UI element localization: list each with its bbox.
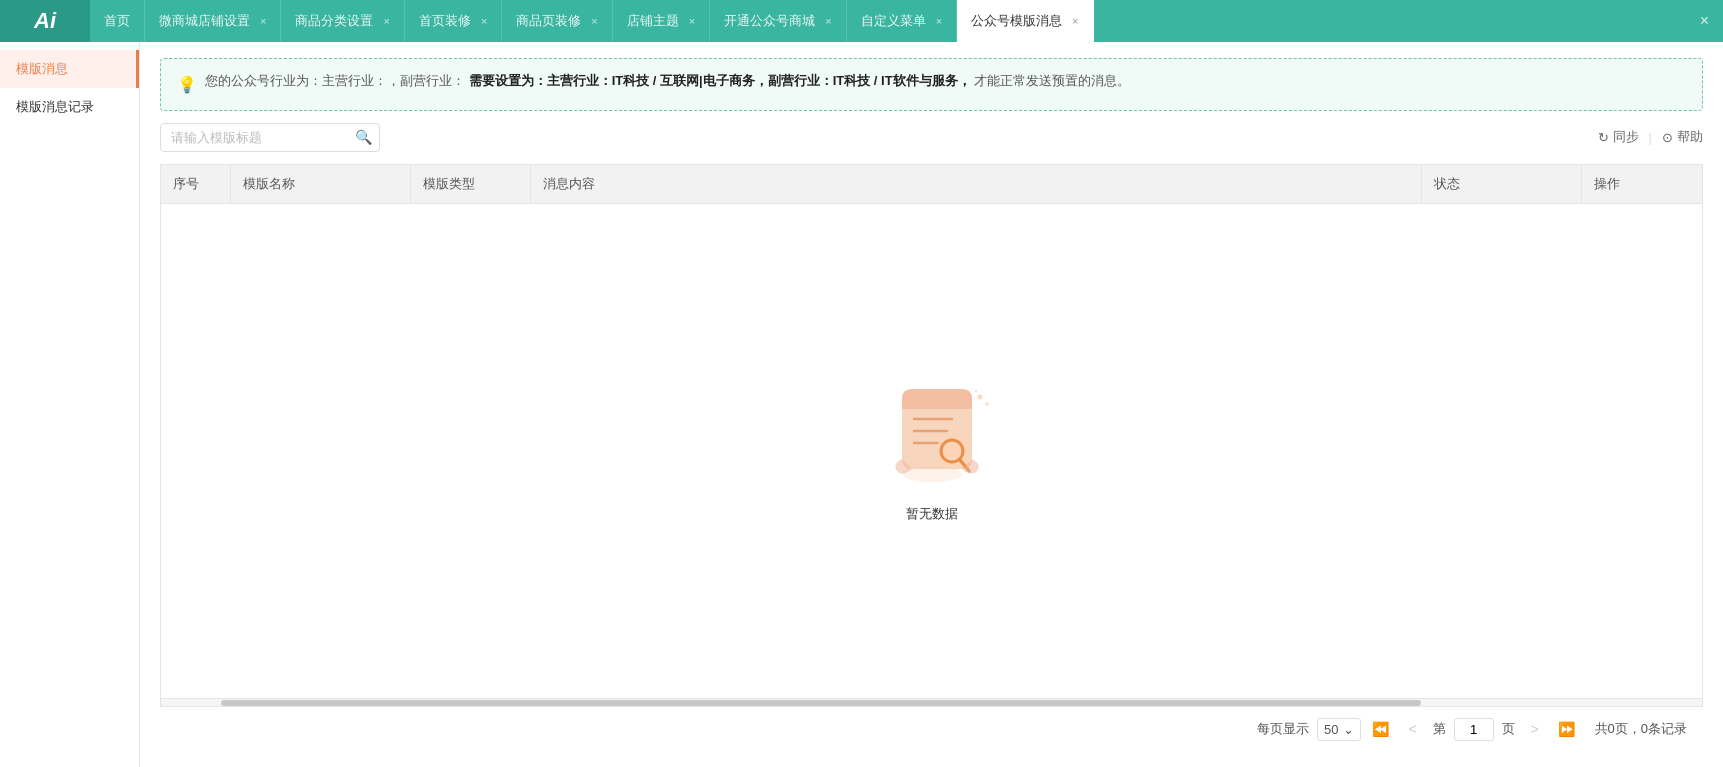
nav-tab-自定义菜单[interactable]: 自定义菜单 × [847,0,957,42]
nav-tab-label: 首页装修 [419,12,471,30]
nav-tab-店铺主题[interactable]: 店铺主题 × [613,0,710,42]
nav-tab-首页装修[interactable]: 首页装修 × [405,0,502,42]
nav-tab-label: 商品分类设置 [295,12,373,30]
notice-box: 💡 您的公众号行业为：主营行业：，副营行业： 需要设置为：主营行业：IT科技 /… [160,58,1703,111]
sidebar-item-模版消息记录[interactable]: 模版消息记录 [0,88,139,126]
sync-label: 同步 [1613,128,1639,146]
svg-point-8 [985,402,989,406]
notice-text: 您的公众号行业为：主营行业：，副营行业： 需要设置为：主营行业：IT科技 / 互… [205,71,1130,92]
help-label: 帮助 [1677,128,1703,146]
nav-tab-close-icon[interactable]: × [481,16,487,27]
search-input[interactable] [160,123,380,152]
svg-point-9 [974,389,977,392]
nav-tab-微商城店铺设置[interactable]: 微商城店铺设置 × [145,0,281,42]
help-button[interactable]: ⊙ 帮助 [1662,128,1703,146]
table-wrapper: 序号模版名称模版类型消息内容状态操作 [160,164,1703,751]
empty-text: 暂无数据 [906,505,958,523]
nav-tab-label: 公众号模版消息 [971,12,1062,30]
nav-tab-label: 首页 [104,12,130,30]
table-column-消息内容: 消息内容 [531,165,1422,203]
nav-tab-label: 商品页装修 [516,12,581,30]
table-column-状态: 状态 [1422,165,1582,203]
app-logo: Ai [0,0,90,42]
main-layout: 模版消息模版消息记录 💡 您的公众号行业为：主营行业：，副营行业： 需要设置为：… [0,42,1723,767]
pagination-row: 每页显示 50 ⌄ ⏪ < 第 页 > ⏩ 共0页，0条记录 [160,707,1703,751]
svg-point-7 [977,394,982,399]
search-bar: 🔍 ↻ 同步 | ⊙ 帮助 [160,123,1703,152]
table-body: 暂无数据 [160,203,1703,699]
notice-highlight: 需要设置为：主营行业：IT科技 / 互联网|电子商务，副营行业：IT科技 / I… [469,73,971,88]
search-left: 🔍 [160,123,380,152]
nav-tab-close-icon[interactable]: × [591,16,597,27]
content-area: 💡 您的公众号行业为：主营行业：，副营行业： 需要设置为：主营行业：IT科技 /… [140,42,1723,767]
scrollbar-thumb[interactable] [221,700,1421,706]
sidebar-item-模版消息[interactable]: 模版消息 [0,50,139,88]
nav-tab-label: 店铺主题 [627,12,679,30]
nav-tab-商品页装修[interactable]: 商品页装修 × [502,0,612,42]
page-size-select[interactable]: 50 ⌄ [1317,718,1360,741]
nav-tab-label: 微商城店铺设置 [159,12,250,30]
sidebar: 模版消息模版消息记录 [0,42,140,767]
close-all-button[interactable]: × [1686,12,1723,30]
last-page-button[interactable]: ⏩ [1555,717,1579,741]
table-column-操作: 操作 [1582,165,1702,203]
divider: | [1649,130,1652,145]
nav-tab-close-icon[interactable]: × [825,16,831,27]
nav-tab-商品分类设置[interactable]: 商品分类设置 × [281,0,404,42]
page-size-value: 50 [1324,722,1338,737]
nav-tab-label: 自定义菜单 [861,12,926,30]
nav-tab-label: 开通公众号商城 [724,12,815,30]
horizontal-scrollbar[interactable] [160,699,1703,707]
sync-button[interactable]: ↻ 同步 [1598,128,1639,146]
chevron-down-icon: ⌄ [1343,722,1354,737]
nav-tabs: 首页微商城店铺设置×商品分类设置×首页装修×商品页装修×店铺主题×开通公众号商城… [90,0,1686,42]
nav-tab-close-icon[interactable]: × [260,16,266,27]
bulb-icon: 💡 [177,72,197,98]
top-nav: Ai 首页微商城店铺设置×商品分类设置×首页装修×商品页装修×店铺主题×开通公众… [0,0,1723,42]
search-right: ↻ 同步 | ⊙ 帮助 [1598,128,1703,146]
table-column-模版名称: 模版名称 [231,165,411,203]
nav-tab-公众号模版消息[interactable]: 公众号模版消息 × [957,0,1093,42]
page-label-before: 第 [1433,720,1446,738]
search-icon[interactable]: 🔍 [355,129,372,145]
next-page-button[interactable]: > [1523,717,1547,741]
page-label-after: 页 [1502,720,1515,738]
table-header: 序号模版名称模版类型消息内容状态操作 [160,164,1703,203]
search-input-wrapper: 🔍 [160,123,380,152]
total-info: 共0页，0条记录 [1595,720,1687,738]
table-column-序号: 序号 [161,165,231,203]
empty-illustration [872,379,992,489]
sync-icon: ↻ [1598,130,1609,145]
first-page-button[interactable]: ⏪ [1369,717,1393,741]
empty-state: 暂无数据 [872,379,992,523]
nav-tab-close-icon[interactable]: × [689,16,695,27]
table-column-模版类型: 模版类型 [411,165,531,203]
page-number-input[interactable] [1454,718,1494,741]
help-icon: ⊙ [1662,130,1673,145]
nav-tab-开通公众号商城[interactable]: 开通公众号商城 × [710,0,846,42]
nav-tab-close-icon[interactable]: × [936,16,942,27]
nav-tab-close-icon[interactable]: × [383,16,389,27]
nav-tab-首页[interactable]: 首页 [90,0,145,42]
nav-tab-close-icon[interactable]: × [1072,16,1078,27]
page-size-label: 每页显示 [1257,720,1309,738]
prev-page-button[interactable]: < [1401,717,1425,741]
